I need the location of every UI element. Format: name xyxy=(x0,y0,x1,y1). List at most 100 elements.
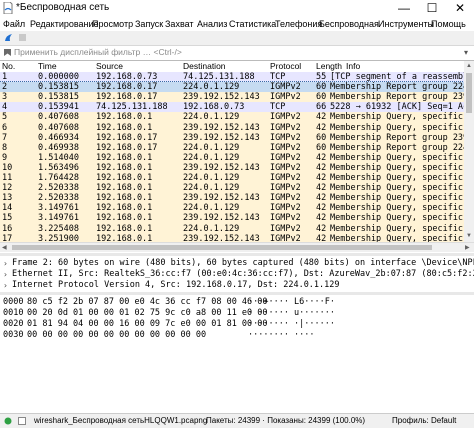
expand-arrow-icon[interactable]: › xyxy=(3,269,8,280)
display-filter-input[interactable]: Применить дисплейный фильтр … <Ctrl-/> xyxy=(14,47,454,58)
cell-time: 2.520338 xyxy=(38,183,79,194)
packet-row[interactable]: 11 1.764428 192.168.0.1 224.0.1.129 IGMPv2 42… xyxy=(0,173,464,184)
scroll-left-icon[interactable]: ◀ xyxy=(2,244,7,251)
cell-no: 8 xyxy=(2,142,8,153)
maximize-button[interactable]: ☐ xyxy=(418,0,446,17)
packet-row[interactable]: 3 0.153815 192.168.0.17 239.192.152.143 IGMP… xyxy=(0,92,464,103)
menu-statistics[interactable]: Статистика xyxy=(229,17,276,31)
column-source[interactable]: Source xyxy=(96,61,123,72)
menu-analyze[interactable]: Анализ xyxy=(197,17,227,31)
column-length[interactable]: Length xyxy=(316,61,342,72)
packet-row[interactable]: 7 0.466934 192.168.0.17 239.192.152.143 IGMP… xyxy=(0,132,464,144)
cell-source: 192.168.0.1 xyxy=(96,233,153,242)
expand-arrow-icon[interactable]: › xyxy=(3,258,8,269)
cell-no: 2 xyxy=(2,82,8,93)
packet-row[interactable]: 13 2.520338 192.168.0.1 239.192.152.143 IGMP… xyxy=(0,193,464,204)
menu-tools[interactable]: Инструменты xyxy=(378,17,434,31)
menu-wireless[interactable]: Беспроводная xyxy=(319,17,379,31)
packet-list-horizontal-scrollbar[interactable]: ◀ ▶ xyxy=(0,242,474,252)
stop-capture-icon[interactable] xyxy=(18,33,27,42)
cell-time: 0.153941 xyxy=(38,102,79,113)
pane-splitter[interactable] xyxy=(0,292,474,295)
detail-row-ethernet[interactable]: › Ethernet II, Src: RealtekS_36:cc:f7 (0… xyxy=(0,269,474,280)
menu-capture[interactable]: Захват xyxy=(165,17,194,31)
bytes-offset: 0000 xyxy=(3,297,24,307)
cell-protocol: IGMPv2 xyxy=(270,213,301,224)
cell-no: 12 xyxy=(2,183,13,194)
minimize-button[interactable]: — xyxy=(390,0,418,17)
vertical-scroll-thumb[interactable] xyxy=(466,73,472,113)
packet-row[interactable]: 12 2.520338 192.168.0.1 224.0.1.129 IGMPv2 42… xyxy=(0,183,464,194)
bytes-ascii[interactable]: ········ ·|······ xyxy=(248,319,335,330)
packet-row[interactable]: 2 0.153815 192.168.0.17 224.0.1.129 IGMPv2 60… xyxy=(0,81,464,94)
menu-edit[interactable]: Редактирование xyxy=(30,17,99,31)
menu-telephony[interactable]: Телефония xyxy=(275,17,322,31)
cell-no: 11 xyxy=(2,173,13,183)
cell-no: 17 xyxy=(2,233,13,242)
menu-help[interactable]: Помощь xyxy=(431,17,466,31)
window-title: *Беспроводная сеть xyxy=(16,2,110,13)
bytes-ascii[interactable]: · ······ u······· xyxy=(248,308,335,319)
detail-row-frame[interactable]: › Frame 2: 60 bytes on wire (480 bits), … xyxy=(0,258,474,269)
cell-protocol: IGMPv2 xyxy=(270,162,301,173)
cell-length: 60 xyxy=(316,82,327,93)
packet-list-vertical-scrollbar[interactable]: ▲ ▼ xyxy=(464,61,474,242)
bytes-ascii[interactable]: ········ ···· xyxy=(248,330,315,341)
cell-destination: 224.0.1.129 xyxy=(183,223,240,234)
packet-row[interactable]: 10 1.563496 192.168.0.1 239.192.152.143 IGMP… xyxy=(0,162,464,174)
profile-status[interactable]: Профиль: Default xyxy=(392,414,456,428)
cell-info: Membership Query, specific for xyxy=(330,112,464,123)
cell-time: 0.469938 xyxy=(38,142,79,153)
expand-arrow-icon[interactable]: › xyxy=(3,280,8,291)
scroll-up-icon[interactable]: ▲ xyxy=(466,63,472,69)
scroll-down-icon[interactable]: ▼ xyxy=(466,233,472,239)
column-time[interactable]: Time xyxy=(38,61,57,72)
cell-info: Membership Query, specific for xyxy=(330,193,464,204)
column-no[interactable]: No. xyxy=(2,61,15,72)
scroll-right-icon[interactable]: ▶ xyxy=(465,244,470,251)
packet-list[interactable]: 1 0.000000 192.168.0.73 74.125.131.188 TCP 55… xyxy=(0,72,464,242)
menu-view[interactable]: Просмотр xyxy=(92,17,133,31)
packet-row[interactable]: 4 0.153941 74.125.131.188 192.168.0.73 TCP 66… xyxy=(0,102,464,113)
packet-row[interactable]: 8 0.469938 192.168.0.17 224.0.1.129 IGMPv2 60… xyxy=(0,142,464,154)
main-toolbar xyxy=(0,31,474,46)
cell-time: 3.149761 xyxy=(38,213,79,224)
shark-fin-icon[interactable] xyxy=(4,33,13,42)
packet-row[interactable]: 5 0.407608 192.168.0.1 224.0.1.129 IGMPv2 42 M… xyxy=(0,112,464,123)
ready-status-icon[interactable] xyxy=(4,417,12,425)
menu-file[interactable]: Файл xyxy=(3,17,25,31)
bytes-hex[interactable]: 01 81 94 04 00 00 16 00 09 7c e0 00 01 8… xyxy=(27,319,268,330)
packet-row[interactable]: 1 0.000000 192.168.0.73 74.125.131.188 TCP 55… xyxy=(0,72,464,83)
cell-no: 14 xyxy=(2,203,13,214)
cell-source: 192.168.0.73 xyxy=(96,72,158,82)
column-info[interactable]: Info xyxy=(346,61,360,72)
packet-row[interactable]: 16 3.225408 192.168.0.1 224.0.1.129 IGMPv2 42… xyxy=(0,223,464,234)
filter-dropdown-icon[interactable]: ▾ xyxy=(460,47,472,58)
cell-length: 42 xyxy=(316,122,327,133)
bytes-hex[interactable]: 80 c5 f2 2b 07 87 00 e0 4c 36 cc f7 08 0… xyxy=(27,297,268,308)
cell-protocol: IGMPv2 xyxy=(270,132,301,143)
bytes-hex[interactable]: 00 20 0d 01 00 00 01 02 75 9c c0 a8 00 1… xyxy=(27,308,268,319)
pane-splitter[interactable] xyxy=(0,253,474,256)
packet-row[interactable]: 9 1.514040 192.168.0.1 224.0.1.129 IGMPv2 42 M… xyxy=(0,152,464,164)
cell-protocol: IGMPv2 xyxy=(270,142,301,153)
bytes-hex[interactable]: 00 00 00 00 00 00 00 00 00 00 00 00 xyxy=(27,330,206,341)
horizontal-scroll-thumb[interactable] xyxy=(12,245,432,250)
column-protocol[interactable]: Protocol xyxy=(270,61,301,72)
packet-row[interactable]: 17 3.251900 192.168.0.1 239.192.152.143 IGMP… xyxy=(0,233,464,242)
cell-time: 1.764428 xyxy=(38,173,79,183)
cell-info: Membership Report group 224.0 xyxy=(330,142,464,153)
bytes-ascii[interactable]: ···+···· L6····F· xyxy=(248,297,335,308)
packet-row[interactable]: 14 3.149761 192.168.0.1 224.0.1.129 IGMPv2 42… xyxy=(0,203,464,214)
packet-row[interactable]: 6 0.407608 192.168.0.1 239.192.152.143 IGMPv… xyxy=(0,122,464,133)
cell-no: 3 xyxy=(2,92,8,103)
capture-file-icon[interactable] xyxy=(18,417,26,425)
detail-row-ipv4[interactable]: › Internet Protocol Version 4, Src: 192.… xyxy=(0,280,474,291)
bookmark-filter-icon[interactable] xyxy=(3,48,12,57)
menu-go[interactable]: Запуск xyxy=(135,17,163,31)
packet-row[interactable]: 15 3.149761 192.168.0.1 239.192.152.143 IGMP… xyxy=(0,213,464,224)
cell-source: 192.168.0.1 xyxy=(96,112,153,123)
close-button[interactable]: ✕ xyxy=(446,0,474,17)
column-destination[interactable]: Destination xyxy=(183,61,226,72)
cell-time: 0.000000 xyxy=(38,72,79,82)
